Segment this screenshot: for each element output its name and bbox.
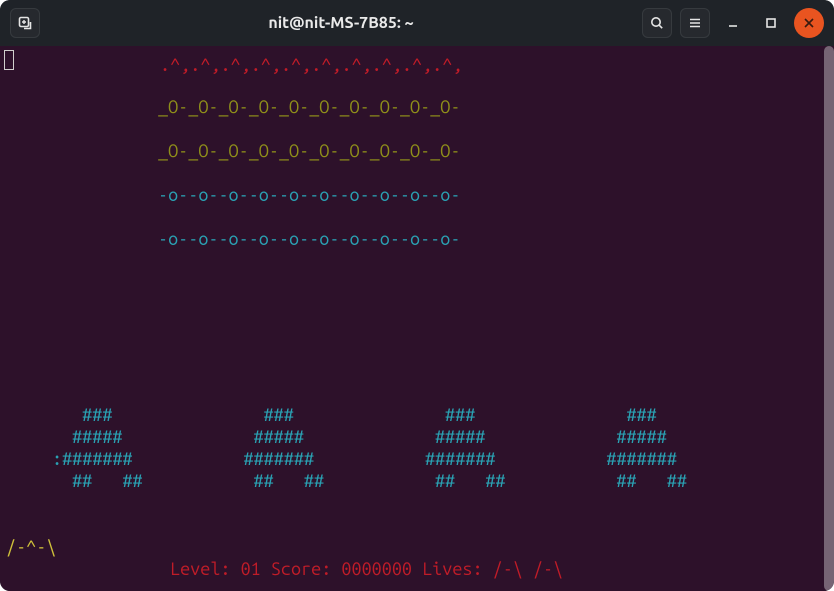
bunker-row: :####### ####### ####### ####### [52,448,677,470]
terminal-viewport[interactable]: .^,.^,.^,.^,.^,.^,.^,.^,.^,.^, _O-_O-_O-… [0,46,834,591]
lives-value: /-\ /-\ [493,559,564,579]
enemy-row: _O-_O-_O-_O-_O-_O-_O-_O-_O-_O- [158,140,460,162]
new-tab-icon [17,15,33,31]
titlebar: nit@nit-MS-7B85: ~ [0,0,834,46]
player-ship: /-^-\ [6,536,56,558]
bunker-row: ##### ##### ##### ##### [62,426,677,448]
hamburger-icon [687,15,703,31]
scrollbar[interactable] [824,46,834,591]
maximize-button[interactable] [756,8,786,38]
level-label: Level: [170,559,230,579]
minimize-button[interactable] [718,8,748,38]
window-title: nit@nit-MS-7B85: ~ [48,14,634,32]
score-value: 0000000 [341,559,412,579]
status-line: Level: 01 Score: 0000000 Lives: /-\ /-\ [170,558,563,580]
text-cursor [4,50,14,70]
bunker-row: ### ### ### ### [62,404,677,426]
minimize-icon [725,15,741,31]
score-label: Score: [271,559,331,579]
enemy-row: -o--o--o--o--o--o--o--o--o--o- [158,228,460,250]
search-icon [649,15,665,31]
level-value: 01 [241,559,261,579]
close-icon [801,15,817,31]
maximize-icon [763,15,779,31]
terminal-window: nit@nit-MS-7B85: ~ [0,0,834,591]
lives-label: Lives: [422,559,482,579]
enemy-row: _O-_O-_O-_O-_O-_O-_O-_O-_O-_O- [158,96,460,118]
enemy-row: .^,.^,.^,.^,.^,.^,.^,.^,.^,.^, [160,54,462,76]
menu-button[interactable] [680,8,710,38]
enemy-row: -o--o--o--o--o--o--o--o--o--o- [158,184,460,206]
bunker-row: ## ## ## ## ## ## ## ## [62,470,687,492]
search-button[interactable] [642,8,672,38]
close-button[interactable] [794,8,824,38]
new-tab-button[interactable] [10,8,40,38]
